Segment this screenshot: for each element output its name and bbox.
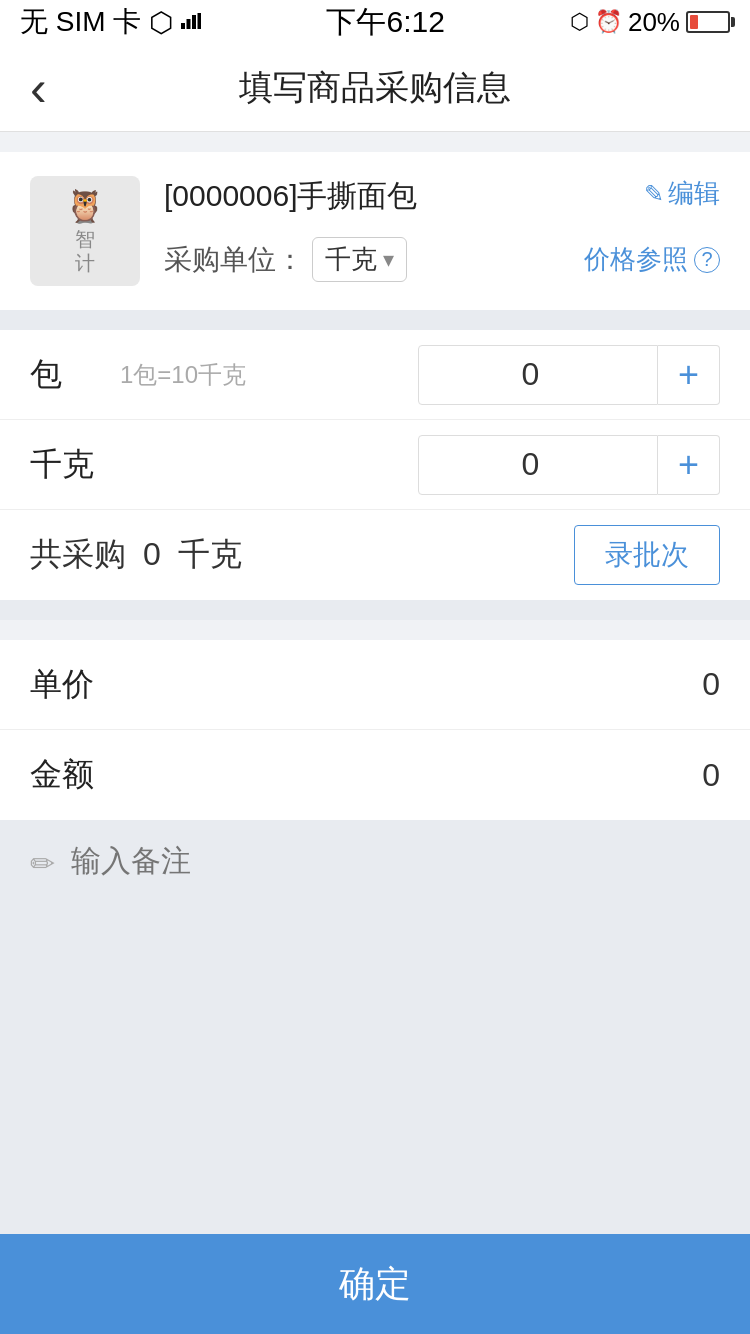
dropdown-arrow: ▾ bbox=[383, 247, 394, 273]
bao-plus-button[interactable]: + bbox=[658, 345, 720, 405]
back-button[interactable]: ‹ bbox=[20, 49, 57, 127]
amount-value: 0 bbox=[702, 757, 720, 794]
total-value: 0 bbox=[143, 536, 161, 572]
svg-rect-0 bbox=[181, 23, 185, 29]
input-section: 包 1包=10千克 + 千克 + bbox=[0, 330, 750, 510]
svg-rect-2 bbox=[192, 15, 196, 29]
bao-input-row: 包 1包=10千克 + bbox=[0, 330, 750, 420]
purchase-unit-row: 采购单位： 千克 ▾ 价格参照 ? bbox=[164, 237, 720, 282]
bao-input-right: + bbox=[246, 345, 720, 405]
unit-select[interactable]: 千克 ▾ bbox=[312, 237, 407, 282]
total-row: 共采购 0 千克 录批次 bbox=[0, 510, 750, 600]
purchase-unit-label: 采购单位： bbox=[164, 241, 304, 279]
product-title-row: [0000006]手撕面包 ✎ 编辑 bbox=[164, 176, 720, 217]
kg-quantity-input[interactable] bbox=[418, 435, 658, 495]
alarm-icon: ⏰ bbox=[595, 9, 622, 35]
product-card: 🦉 智 计 [0000006]手撕面包 ✎ 编辑 采购单位： 千克 ▾ 价格参照… bbox=[0, 152, 750, 310]
signal-bars bbox=[181, 9, 201, 35]
pencil-icon: ✏ bbox=[30, 846, 55, 881]
status-left: 无 SIM 卡 ⬡ bbox=[20, 3, 201, 41]
amount-label: 金额 bbox=[30, 753, 94, 797]
price-ref-label: 价格参照 bbox=[584, 242, 688, 277]
unit-price-label: 单价 bbox=[30, 663, 94, 707]
edit-label: 编辑 bbox=[668, 176, 720, 211]
price-ref-button[interactable]: 价格参照 ? bbox=[584, 242, 720, 277]
status-right: ⬡ ⏰ 20% bbox=[570, 7, 730, 38]
battery-icon bbox=[686, 11, 730, 33]
product-image: 🦉 智 计 bbox=[30, 176, 140, 286]
battery-percent: 20% bbox=[628, 7, 680, 38]
total-label: 共采购 0 千克 bbox=[30, 533, 242, 577]
svg-rect-3 bbox=[198, 13, 202, 29]
product-name: [0000006]手撕面包 bbox=[164, 176, 417, 217]
status-time: 下午6:12 bbox=[326, 2, 444, 43]
amount-row: 金额 0 bbox=[0, 730, 750, 820]
unit-value: 千克 bbox=[325, 242, 377, 277]
unit-price-value: 0 bbox=[702, 666, 720, 703]
edit-icon: ✎ bbox=[644, 180, 664, 208]
kg-plus-button[interactable]: + bbox=[658, 435, 720, 495]
wifi-icon: ⬡ bbox=[149, 6, 173, 39]
kg-input-right: + bbox=[110, 435, 720, 495]
page-title: 填写商品采购信息 bbox=[239, 65, 511, 111]
nav-bar: ‹ 填写商品采购信息 bbox=[0, 44, 750, 132]
record-batch-button[interactable]: 录批次 bbox=[574, 525, 720, 585]
bao-plus-icon: + bbox=[678, 354, 699, 396]
remark-section: ✏ bbox=[0, 820, 750, 950]
confirm-button[interactable]: 确定 bbox=[339, 1260, 411, 1309]
total-unit: 千克 bbox=[178, 536, 242, 572]
logo-line2: 计 bbox=[65, 251, 105, 275]
unit-price-row: 单价 0 bbox=[0, 640, 750, 730]
bao-quantity-input[interactable] bbox=[418, 345, 658, 405]
confirm-bar[interactable]: 确定 bbox=[0, 1234, 750, 1334]
help-icon: ? bbox=[694, 247, 720, 273]
logo-line1: 智 bbox=[65, 227, 105, 251]
section-divider-2 bbox=[0, 600, 750, 620]
total-prefix: 共采购 bbox=[30, 536, 126, 572]
bao-hint: 1包=10千克 bbox=[120, 359, 246, 391]
kg-input-row: 千克 + bbox=[0, 420, 750, 510]
price-section: 单价 0 金额 0 bbox=[0, 640, 750, 820]
status-bar: 无 SIM 卡 ⬡ 下午6:12 ⬡ ⏰ 20% bbox=[0, 0, 750, 44]
location-icon: ⬡ bbox=[570, 9, 589, 35]
edit-button[interactable]: ✎ 编辑 bbox=[644, 176, 720, 211]
kg-label: 千克 bbox=[30, 443, 110, 487]
bao-label: 包 bbox=[30, 353, 110, 397]
kg-plus-icon: + bbox=[678, 444, 699, 486]
svg-rect-1 bbox=[187, 19, 191, 29]
remark-input[interactable] bbox=[71, 844, 720, 878]
section-divider-1 bbox=[0, 310, 750, 330]
product-info: [0000006]手撕面包 ✎ 编辑 采购单位： 千克 ▾ 价格参照 ? bbox=[164, 176, 720, 282]
no-sim-label: 无 SIM 卡 bbox=[20, 3, 141, 41]
